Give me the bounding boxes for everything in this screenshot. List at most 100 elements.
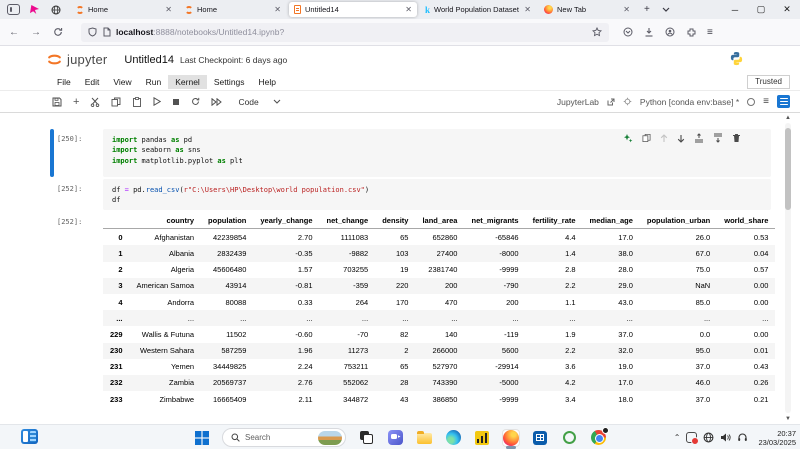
list-tabs-icon[interactable] [656, 7, 676, 12]
tab-close-icon[interactable]: ✕ [623, 5, 630, 14]
tab-close-icon[interactable]: ✕ [165, 5, 172, 14]
network-globe-icon[interactable] [703, 432, 714, 443]
column-header: density [375, 212, 416, 230]
chrome-button[interactable] [589, 427, 609, 447]
table-cell: 65 [400, 362, 409, 372]
insert-cell-below-icon[interactable] [713, 133, 723, 143]
menu-settings[interactable]: Settings [207, 75, 252, 89]
external-link-icon[interactable] [607, 98, 615, 106]
tab-home-2[interactable]: Home ✕ [180, 2, 286, 17]
paste-icon[interactable] [132, 96, 142, 107]
delete-cell-icon[interactable] [732, 133, 741, 143]
restart-kernel-icon[interactable] [191, 97, 200, 106]
notebook-scrollbar[interactable] [785, 123, 791, 413]
notification-menu-icon[interactable]: ≡ [763, 96, 769, 107]
file-explorer-button[interactable] [415, 429, 433, 447]
extensions-icon[interactable] [686, 27, 696, 37]
table-row: .................................... [103, 310, 776, 327]
shield-icon[interactable] [88, 27, 97, 37]
bookmark-star-icon[interactable] [592, 27, 602, 37]
microsoft-store-button[interactable] [531, 429, 549, 447]
headset-icon[interactable] [737, 432, 748, 443]
search-highlight-image[interactable] [318, 430, 342, 445]
notebook-title[interactable]: Untitled14 [124, 54, 174, 66]
table-cell: ... [703, 313, 711, 323]
volume-icon[interactable] [720, 432, 732, 443]
menu-kernel[interactable]: Kernel [168, 74, 207, 89]
firefox-view-icon[interactable] [7, 4, 20, 15]
powerbi-icon [475, 430, 489, 445]
tray-app-recording-icon[interactable] [686, 432, 700, 445]
menu-run[interactable]: Run [139, 75, 169, 89]
url-text: localhost:8888/notebooks/Untitled14.ipyn… [116, 27, 592, 37]
menu-icon[interactable]: ≡ [707, 27, 713, 38]
table-cell: 0.00 [753, 329, 769, 339]
run-icon[interactable] [153, 97, 162, 106]
task-view-button[interactable] [357, 429, 375, 447]
forward-icon[interactable]: → [31, 27, 41, 38]
hidden-icons-chevron[interactable]: ⌃ [674, 433, 681, 442]
tab-new-tab[interactable]: New Tab ✕ [539, 2, 635, 17]
code-cell-2[interactable]: df = pd.read_csv(r"C:\Users\HP\Desktop\w… [103, 179, 771, 210]
pinned-tab-icon[interactable] [30, 5, 39, 14]
page-info-icon[interactable] [103, 27, 111, 37]
tab-home-1[interactable]: Home ✕ [71, 2, 177, 17]
duplicate-cell-icon[interactable] [642, 133, 651, 143]
globe-pinned-tab-icon[interactable] [51, 5, 61, 15]
table-cell: -0.81 [295, 281, 313, 291]
kernel-status-icon[interactable] [747, 97, 756, 106]
stop-icon[interactable] [172, 98, 180, 106]
menu-edit[interactable]: Edit [78, 75, 107, 89]
edge-button[interactable] [444, 429, 462, 447]
table-cell: 95.0 [695, 346, 711, 356]
maximize-button[interactable]: ▢ [748, 4, 774, 15]
insert-cell-above-icon[interactable] [694, 133, 704, 143]
taskbar-search[interactable]: Search [222, 428, 346, 447]
code-cell-1[interactable]: import pandas as pd import seaborn as sns… [103, 129, 771, 177]
tab-close-icon[interactable]: ✕ [524, 5, 531, 14]
cut-icon[interactable] [90, 97, 100, 107]
new-tab-button[interactable]: + [638, 4, 656, 15]
loading-ring-button[interactable] [560, 429, 578, 447]
back-icon[interactable]: ← [9, 27, 19, 38]
move-up-icon[interactable] [660, 133, 668, 143]
code-editor[interactable]: df = pd.read_csv(r"C:\Users\HP\Desktop\w… [112, 185, 762, 206]
chrome-icon [590, 427, 609, 445]
tab-untitled14[interactable]: Untitled14 ✕ [289, 2, 417, 17]
start-button[interactable] [193, 429, 211, 447]
ai-sparkle-icon[interactable] [623, 133, 633, 143]
tab-close-icon[interactable]: ✕ [274, 5, 281, 14]
scroll-down-icon[interactable]: ▼ [785, 416, 791, 422]
table-of-contents-icon[interactable] [777, 95, 790, 108]
kernel-name[interactable]: Python [conda env:base] * [640, 97, 739, 107]
menu-view[interactable]: View [106, 75, 138, 89]
gear-icon[interactable] [623, 97, 632, 106]
firefox-button[interactable] [502, 428, 520, 449]
pocket-icon[interactable] [623, 27, 633, 37]
trusted-badge[interactable]: Trusted [747, 74, 790, 89]
account-icon[interactable] [665, 27, 675, 37]
copy-icon[interactable] [111, 97, 121, 107]
minimize-button[interactable]: ─ [722, 5, 748, 15]
save-icon[interactable] [52, 97, 62, 107]
menu-file[interactable]: File [50, 75, 78, 89]
url-bar[interactable]: localhost:8888/notebooks/Untitled14.ipyn… [81, 22, 609, 42]
table-cell: ... [187, 313, 195, 323]
reload-icon[interactable] [53, 27, 63, 37]
run-all-icon[interactable] [211, 97, 223, 106]
downloads-icon[interactable] [644, 27, 654, 37]
tab-world-population-dataset[interactable]: k World Population Dataset ✕ [420, 2, 536, 17]
insert-cell-icon[interactable]: + [73, 96, 79, 108]
cell-type-dropdown[interactable]: Code [238, 97, 281, 107]
jupyterlab-link[interactable]: JupyterLab [557, 97, 599, 107]
move-down-icon[interactable] [677, 134, 685, 143]
powerbi-button[interactable] [473, 429, 491, 447]
table-cell: 3.4 [565, 394, 576, 404]
menu-help[interactable]: Help [252, 75, 283, 89]
taskbar-clock[interactable]: 20:37 23/03/2025 [758, 429, 796, 447]
tab-close-icon[interactable]: ✕ [405, 5, 412, 14]
scroll-up-icon[interactable]: ▲ [785, 115, 791, 121]
chat-app-button[interactable] [386, 429, 404, 447]
scrollbar-thumb[interactable] [785, 128, 791, 210]
close-button[interactable]: ✕ [774, 4, 800, 15]
